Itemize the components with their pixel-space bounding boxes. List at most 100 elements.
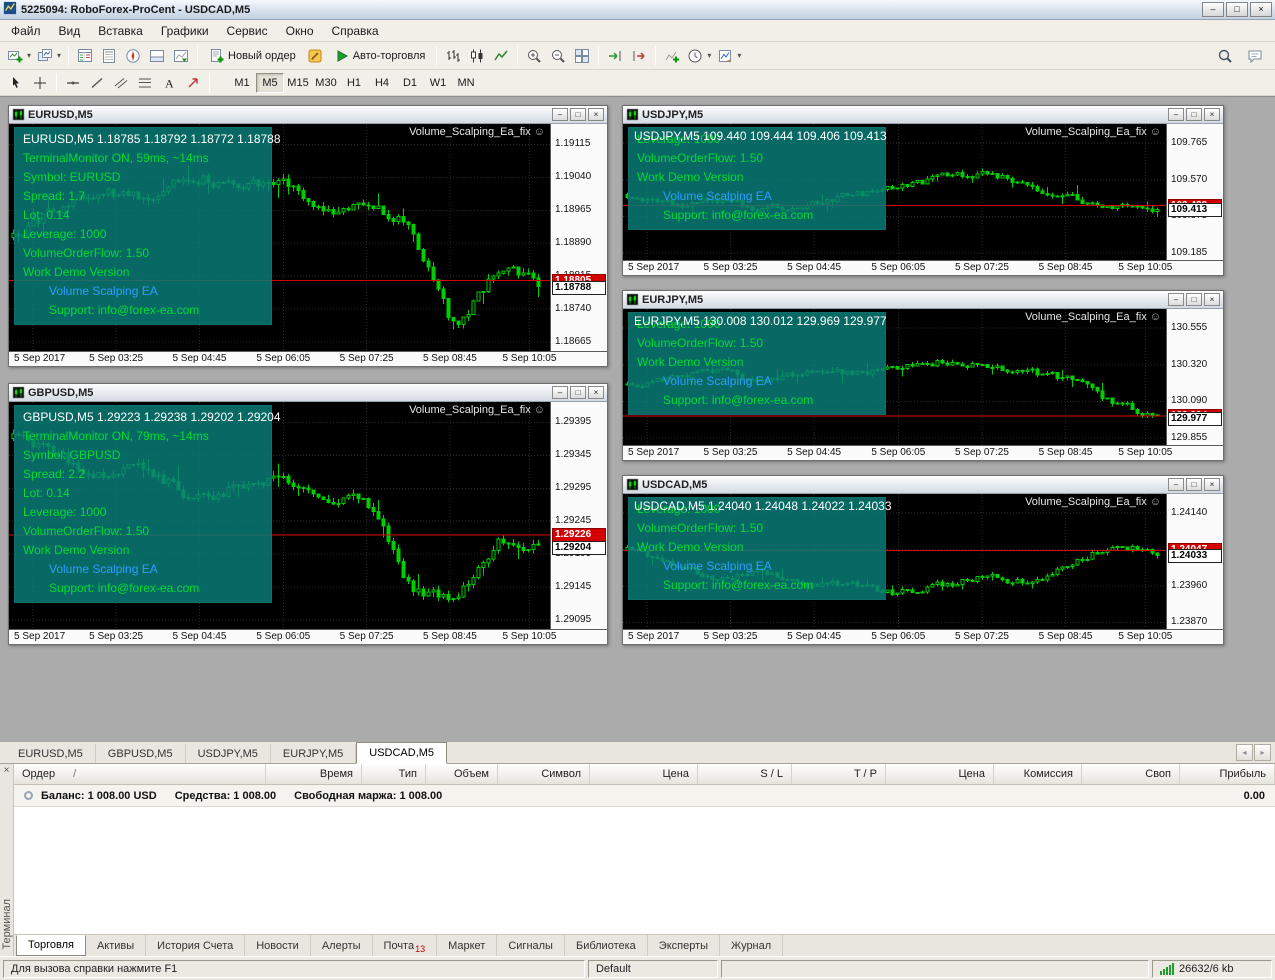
menu-item-5[interactable]: Окно — [277, 21, 323, 41]
indicator-smiley-icon[interactable]: ☺ — [534, 404, 545, 416]
terminal-tab-5[interactable]: Почта 13 — [373, 935, 438, 956]
price-scale[interactable]: 1.191151.190401.189651.188901.188151.187… — [550, 124, 607, 351]
chart-close-button[interactable]: × — [588, 386, 604, 399]
chart-minimize-button[interactable]: – — [1168, 293, 1184, 306]
profiles-button[interactable]: ▾ — [34, 44, 64, 68]
strategy-tester-button[interactable] — [169, 44, 193, 68]
chart-restore-button[interactable]: □ — [570, 108, 586, 121]
chart-plot-area[interactable]: GBPUSD,M5 1.29223 1.29238 1.29202 1.2920… — [9, 402, 550, 629]
chart-close-button[interactable]: × — [1204, 108, 1220, 121]
equidistant-channel-button[interactable] — [109, 71, 133, 95]
terminal-tab-6[interactable]: Маркет — [437, 935, 498, 956]
navigator-button[interactable] — [121, 44, 145, 68]
chart-tabs-scroll-right-button[interactable]: ▸ — [1254, 744, 1271, 761]
indicator-smiley-icon[interactable]: ☺ — [1150, 496, 1161, 508]
time-scale[interactable]: 5 Sep 2017 5 Sep 03:25 5 Sep 04:45 5 Sep 06… — [9, 351, 607, 366]
menu-item-6[interactable]: Справка — [323, 21, 388, 41]
new-chart-button[interactable]: ▾ — [4, 44, 34, 68]
menu-item-2[interactable]: Вставка — [89, 21, 152, 41]
autotrade-button[interactable]: Авто-торговля — [327, 44, 433, 68]
chart-minimize-button[interactable]: – — [552, 108, 568, 121]
chart-shift-button[interactable] — [627, 44, 651, 68]
new-order-button[interactable]: Новый ордер — [202, 44, 303, 68]
chart-close-button[interactable]: × — [1204, 293, 1220, 306]
timeframe-w1-button[interactable]: W1 — [424, 73, 452, 93]
data-window-button[interactable] — [97, 44, 121, 68]
search-button[interactable] — [1213, 44, 1237, 68]
orders-column-1[interactable]: Время — [266, 764, 362, 784]
chart-restore-button[interactable]: □ — [1186, 478, 1202, 491]
cursor-button[interactable] — [4, 71, 28, 95]
chart-tab-eurjpy[interactable]: EURJPY,M5 — [271, 744, 357, 763]
chart-plot-area[interactable]: Leverage: 1000 VolumeOrderFlow: 1.50 Work … — [623, 309, 1166, 445]
chart-restore-button[interactable]: □ — [1186, 293, 1202, 306]
templates-button[interactable]: ▾ — [714, 44, 744, 68]
window-titlebar[interactable]: 5225094: RoboForex-ProCent - USDCAD,M5 –… — [0, 0, 1275, 20]
market-watch-button[interactable] — [73, 44, 97, 68]
line-chart-button[interactable] — [489, 44, 513, 68]
time-scale[interactable]: 5 Sep 2017 5 Sep 03:25 5 Sep 04:45 5 Sep 06… — [623, 629, 1223, 644]
time-scale[interactable]: 5 Sep 2017 5 Sep 03:25 5 Sep 04:45 5 Sep 06… — [623, 445, 1223, 460]
terminal-tab-3[interactable]: Новости — [245, 935, 311, 956]
chart-tab-gbpusd[interactable]: GBPUSD,M5 — [96, 744, 186, 763]
terminal-tab-8[interactable]: Библиотека — [565, 935, 648, 956]
chart-plot-area[interactable]: Leverage: 1000 VolumeOrderFlow: 1.50 Work … — [623, 494, 1166, 629]
terminal-tab-9[interactable]: Эксперты — [648, 935, 721, 956]
chart-minimize-button[interactable]: – — [552, 386, 568, 399]
indicator-smiley-icon[interactable]: ☺ — [1150, 126, 1161, 138]
terminal-close-icon[interactable]: × — [4, 766, 10, 776]
timeframe-h4-button[interactable]: H4 — [368, 73, 396, 93]
indicator-smiley-icon[interactable]: ☺ — [1150, 311, 1161, 323]
zoom-out-button[interactable] — [546, 44, 570, 68]
zoom-in-button[interactable] — [522, 44, 546, 68]
chart-window-titlebar[interactable]: EURUSD,M5 – □ × — [9, 106, 607, 124]
price-scale[interactable]: 1.293951.293451.292951.292451.291951.291… — [550, 402, 607, 629]
status-profile[interactable]: Default — [588, 959, 718, 978]
orders-column-2[interactable]: Тип — [362, 764, 426, 784]
orders-column-4[interactable]: Символ — [498, 764, 590, 784]
chart-minimize-button[interactable]: – — [1168, 108, 1184, 121]
price-scale[interactable]: 130.555130.320130.090129.855129.994129.9… — [1166, 309, 1223, 445]
timeframe-m15-button[interactable]: M15 — [284, 73, 312, 93]
terminal-tab-4[interactable]: Алерты — [311, 935, 373, 956]
orders-column-5[interactable]: Цена — [590, 764, 698, 784]
orders-column-11[interactable]: Прибыль — [1180, 764, 1275, 784]
chart-window-titlebar[interactable]: GBPUSD,M5 – □ × — [9, 384, 607, 402]
chart-restore-button[interactable]: □ — [1186, 108, 1202, 121]
chart-plot-area[interactable]: Leverage: 1000 VolumeOrderFlow: 1.50 Work … — [623, 124, 1166, 260]
metaeditor-button[interactable] — [303, 44, 327, 68]
bar-chart-button[interactable] — [441, 44, 465, 68]
time-scale[interactable]: 5 Sep 2017 5 Sep 03:25 5 Sep 04:45 5 Sep 06… — [9, 629, 607, 644]
price-scale[interactable]: 109.765109.570109.375109.185109.429109.4… — [1166, 124, 1223, 260]
price-scale[interactable]: 1.241401.240501.239601.238701.240471.240… — [1166, 494, 1223, 629]
periods-button[interactable]: ▾ — [684, 44, 714, 68]
terminal-tab-2[interactable]: История Счета — [146, 935, 246, 956]
orders-column-3[interactable]: Объем — [426, 764, 498, 784]
chart-tab-usdcad[interactable]: USDCAD,M5 — [356, 742, 448, 764]
maximize-button[interactable]: □ — [1226, 2, 1248, 17]
timeframe-m30-button[interactable]: M30 — [312, 73, 340, 93]
minimize-button[interactable]: – — [1202, 2, 1224, 17]
arrows-button[interactable] — [181, 71, 205, 95]
add-indicator-button[interactable] — [660, 44, 684, 68]
menu-item-3[interactable]: Графики — [152, 21, 218, 41]
terminal-tab-1[interactable]: Активы — [86, 935, 147, 956]
orders-column-8[interactable]: Цена — [886, 764, 994, 784]
chart-close-button[interactable]: × — [1204, 478, 1220, 491]
fibonacci-button[interactable] — [133, 71, 157, 95]
menu-item-1[interactable]: Вид — [50, 21, 90, 41]
close-button[interactable]: × — [1250, 2, 1272, 17]
chat-button[interactable] — [1243, 44, 1267, 68]
chart-restore-button[interactable]: □ — [570, 386, 586, 399]
horizontal-line-button[interactable] — [61, 71, 85, 95]
candlestick-chart-button[interactable] — [465, 44, 489, 68]
periods-dropdown-arrow[interactable]: ▾ — [707, 51, 711, 60]
new-chart-dropdown-arrow[interactable]: ▾ — [27, 51, 31, 60]
chart-window-titlebar[interactable]: USDCAD,M5 – □ × — [623, 476, 1223, 494]
tile-windows-button[interactable] — [570, 44, 594, 68]
templates-dropdown-arrow[interactable]: ▾ — [737, 51, 741, 60]
timeframe-mn-button[interactable]: MN — [452, 73, 480, 93]
timeframe-m1-button[interactable]: M1 — [228, 73, 256, 93]
terminal-tab-10[interactable]: Журнал — [720, 935, 784, 956]
timeframe-d1-button[interactable]: D1 — [396, 73, 424, 93]
